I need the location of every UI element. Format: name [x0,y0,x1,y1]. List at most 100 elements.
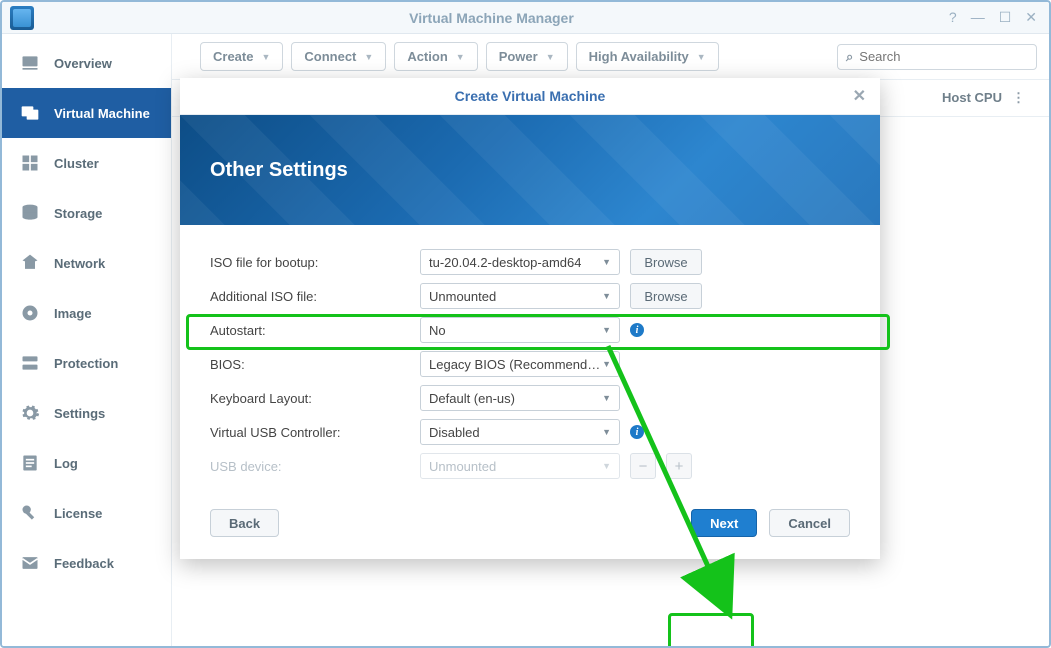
sidebar-item-feedback[interactable]: Feedback [2,538,171,588]
additional-iso-select[interactable]: Unmounted ▼ [420,283,620,309]
sidebar-item-network[interactable]: Network [2,238,171,288]
sidebar-item-log[interactable]: Log [2,438,171,488]
sidebar-item-virtual-machine[interactable]: Virtual Machine [2,88,171,138]
chevron-down-icon: ▼ [261,52,270,62]
minimize-icon[interactable]: — [971,9,985,26]
create-vm-modal: Create Virtual Machine ✕ Other Settings … [180,78,880,559]
row-usb-device: USB device: Unmounted ▼ − + [210,449,850,483]
search-icon: ⌕ [846,49,853,65]
back-button[interactable]: Back [210,509,279,537]
window-controls: ? — ☐ ✕ [949,9,1049,26]
network-icon [20,253,40,273]
additional-iso-label: Additional ISO file: [210,289,410,304]
virtual-machine-icon [20,103,40,123]
search-box[interactable]: ⌕ [837,44,1037,70]
sidebar-item-label: Feedback [54,556,114,571]
autostart-info-icon[interactable]: i [630,323,644,337]
cluster-icon [20,153,40,173]
help-icon[interactable]: ? [949,9,957,26]
chevron-down-icon: ▼ [546,52,555,62]
row-autostart: Autostart: No ▼ i [210,313,850,347]
app-window: Virtual Machine Manager ? — ☐ ✕ Overview… [0,0,1051,648]
sidebar-item-label: Overview [54,56,112,71]
sidebar-item-storage[interactable]: Storage [2,188,171,238]
additional-iso-browse-button[interactable]: Browse [630,283,702,309]
ha-button[interactable]: High Availability▼ [576,42,719,71]
window-title: Virtual Machine Manager [34,10,949,26]
modal-hero: Other Settings [180,115,880,225]
chevron-down-icon: ▼ [602,325,611,335]
chevron-down-icon: ▼ [602,461,611,471]
iso-bootup-select[interactable]: tu-20.04.2-desktop-amd64 ▼ [420,249,620,275]
app-icon [10,6,34,30]
sidebar-item-label: Network [54,256,105,271]
keyboard-layout-select[interactable]: Default (en-us) ▼ [420,385,620,411]
usb-controller-select[interactable]: Disabled ▼ [420,419,620,445]
sidebar-item-cluster[interactable]: Cluster [2,138,171,188]
column-hostcpu: Host CPU [942,90,1002,106]
close-icon[interactable]: ✕ [1025,9,1037,26]
feedback-icon [20,553,40,573]
autostart-label: Autostart: [210,323,410,338]
sidebar-item-label: Storage [54,206,102,221]
modal-heading: Other Settings [210,159,348,182]
column-menu-icon[interactable]: ⋮ [1012,90,1025,106]
image-icon [20,303,40,323]
row-usb-controller: Virtual USB Controller: Disabled ▼ i [210,415,850,449]
action-button[interactable]: Action▼ [394,42,477,71]
chevron-down-icon: ▼ [602,291,611,301]
usb-controller-info-icon[interactable]: i [630,425,644,439]
usb-device-add-button: + [666,453,692,479]
usb-device-label: USB device: [210,459,410,474]
sidebar-item-label: Image [54,306,92,321]
next-button[interactable]: Next [691,509,757,537]
protection-icon [20,353,40,373]
iso-bootup-label: ISO file for bootup: [210,255,410,270]
sidebar-item-label: Protection [54,356,118,371]
row-bios: BIOS: Legacy BIOS (Recommended) ▼ [210,347,850,381]
sidebar: Overview Virtual Machine Cluster Storage… [2,34,172,646]
row-keyboard-layout: Keyboard Layout: Default (en-us) ▼ [210,381,850,415]
sidebar-item-label: Virtual Machine [54,106,150,121]
iso-bootup-browse-button[interactable]: Browse [630,249,702,275]
sidebar-item-label: Cluster [54,156,99,171]
sidebar-item-label: License [54,506,102,521]
sidebar-item-label: Settings [54,406,105,421]
chevron-down-icon: ▼ [602,257,611,267]
connect-button[interactable]: Connect▼ [291,42,386,71]
usb-device-select: Unmounted ▼ [420,453,620,479]
sidebar-item-protection[interactable]: Protection [2,338,171,388]
modal-title-bar: Create Virtual Machine ✕ [180,78,880,115]
toolbar: Create▼ Connect▼ Action▼ Power▼ High Ava… [172,34,1049,80]
cancel-button[interactable]: Cancel [769,509,850,537]
titlebar: Virtual Machine Manager ? — ☐ ✕ [2,2,1049,34]
chevron-down-icon: ▼ [456,52,465,62]
maximize-icon[interactable]: ☐ [999,9,1012,26]
license-icon [20,503,40,523]
bios-label: BIOS: [210,357,410,372]
log-icon [20,453,40,473]
chevron-down-icon: ▼ [602,359,611,369]
bios-select[interactable]: Legacy BIOS (Recommended) ▼ [420,351,620,377]
modal-body: ISO file for bootup: tu-20.04.2-desktop-… [180,225,880,495]
chevron-down-icon: ▼ [602,427,611,437]
create-button[interactable]: Create▼ [200,42,283,71]
usb-device-remove-button: − [630,453,656,479]
modal-close-icon[interactable]: ✕ [853,86,866,106]
row-additional-iso: Additional ISO file: Unmounted ▼ Browse [210,279,850,313]
overview-icon [20,53,40,73]
sidebar-item-overview[interactable]: Overview [2,38,171,88]
keyboard-layout-label: Keyboard Layout: [210,391,410,406]
power-button[interactable]: Power▼ [486,42,568,71]
sidebar-item-settings[interactable]: Settings [2,388,171,438]
settings-icon [20,403,40,423]
modal-footer: Back Next Cancel [180,495,880,559]
chevron-down-icon: ▼ [602,393,611,403]
chevron-down-icon: ▼ [364,52,373,62]
autostart-select[interactable]: No ▼ [420,317,620,343]
search-input[interactable] [859,49,1035,64]
sidebar-item-label: Log [54,456,78,471]
sidebar-item-license[interactable]: License [2,488,171,538]
chevron-down-icon: ▼ [697,52,706,62]
sidebar-item-image[interactable]: Image [2,288,171,338]
